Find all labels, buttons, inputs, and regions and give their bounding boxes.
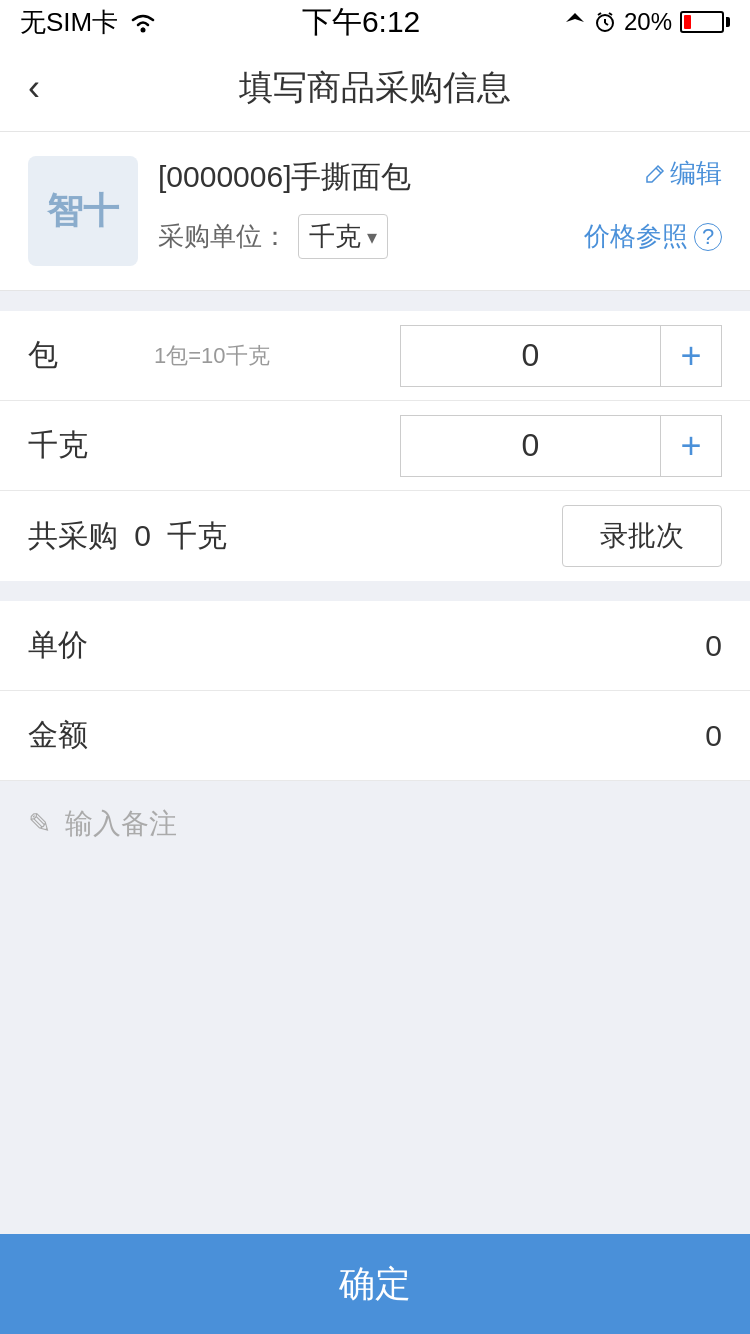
amount-label: 金额	[28, 715, 88, 756]
price-section: 单价 0 金额 0	[0, 601, 750, 781]
nav-bar: ‹ 填写商品采购信息	[0, 44, 750, 132]
carrier-label: 无SIM卡	[20, 5, 118, 40]
unit-price-label: 单价	[28, 625, 88, 666]
pencil-icon: ✎	[28, 807, 51, 840]
edit-icon	[644, 163, 666, 185]
input-section: 包 1包=10千克 + 千克 + 共采购 0 千克 录批次	[0, 311, 750, 581]
total-unit: 千克	[167, 519, 227, 552]
bao-input[interactable]	[400, 325, 660, 387]
alarm-icon	[594, 11, 616, 33]
total-amount: 0	[134, 519, 151, 552]
help-icon: ?	[694, 223, 722, 251]
price-ref-label: 价格参照	[584, 219, 688, 254]
status-right: 20%	[564, 8, 730, 36]
unit-select[interactable]: 千克 ▾	[298, 214, 388, 259]
bao-input-row: 包 1包=10千克 +	[0, 311, 750, 401]
total-row: 共采购 0 千克 录批次	[0, 491, 750, 581]
remark-section[interactable]: ✎ 输入备注	[0, 781, 750, 901]
status-left: 无SIM卡	[20, 5, 158, 40]
empty-space	[0, 901, 750, 1234]
svg-line-3	[605, 23, 608, 25]
battery-percent: 20%	[624, 8, 672, 36]
bao-input-wrapper: +	[270, 325, 722, 387]
kg-plus-button[interactable]: +	[660, 415, 722, 477]
product-logo: 智十	[47, 187, 119, 236]
bao-sub-label: 1包=10千克	[154, 341, 270, 371]
page-title: 填写商品采购信息	[239, 65, 511, 111]
status-bar: 无SIM卡 下午6:12 20%	[0, 0, 750, 44]
battery-icon	[680, 11, 730, 33]
batch-button[interactable]: 录批次	[562, 505, 722, 567]
amount-row: 金额 0	[0, 691, 750, 781]
section-divider-2	[0, 581, 750, 601]
edit-button[interactable]: 编辑	[644, 156, 722, 191]
location-icon	[564, 11, 586, 33]
total-text: 共采购 0 千克	[28, 516, 227, 557]
product-full-name: [0000006]手撕面包	[158, 156, 411, 198]
wifi-icon	[128, 11, 158, 33]
back-button[interactable]: ‹	[28, 67, 40, 109]
amount-value: 0	[705, 719, 722, 753]
product-name-row: [0000006]手撕面包 编辑	[158, 156, 722, 198]
svg-point-0	[141, 28, 146, 33]
kg-input-row: 千克 +	[0, 401, 750, 491]
purchase-unit-label: 采购单位：	[158, 219, 288, 254]
kg-input-wrapper: +	[148, 415, 722, 477]
product-info: [0000006]手撕面包 编辑 采购单位： 千克 ▾	[158, 156, 722, 259]
status-time: 下午6:12	[302, 2, 420, 43]
svg-line-5	[609, 13, 612, 15]
total-label: 共采购	[28, 519, 118, 552]
unit-price-value: 0	[705, 629, 722, 663]
unit-value: 千克	[309, 219, 361, 254]
confirm-button[interactable]: 确定	[0, 1234, 750, 1334]
unit-arrow-icon: ▾	[367, 225, 377, 249]
product-card: 智十 [0000006]手撕面包 编辑 采购单位： 千克 ▾	[0, 132, 750, 291]
kg-label: 千克	[28, 425, 148, 466]
product-image: 智十	[28, 156, 138, 266]
price-ref-button[interactable]: 价格参照 ?	[584, 219, 722, 254]
kg-input[interactable]	[400, 415, 660, 477]
bao-label: 包	[28, 335, 148, 376]
svg-line-4	[598, 13, 601, 15]
section-divider-1	[0, 291, 750, 311]
remark-placeholder: 输入备注	[65, 805, 177, 843]
unit-price-row: 单价 0	[0, 601, 750, 691]
edit-label: 编辑	[670, 156, 722, 191]
bao-plus-button[interactable]: +	[660, 325, 722, 387]
purchase-unit-row: 采购单位： 千克 ▾ 价格参照 ?	[158, 214, 722, 259]
